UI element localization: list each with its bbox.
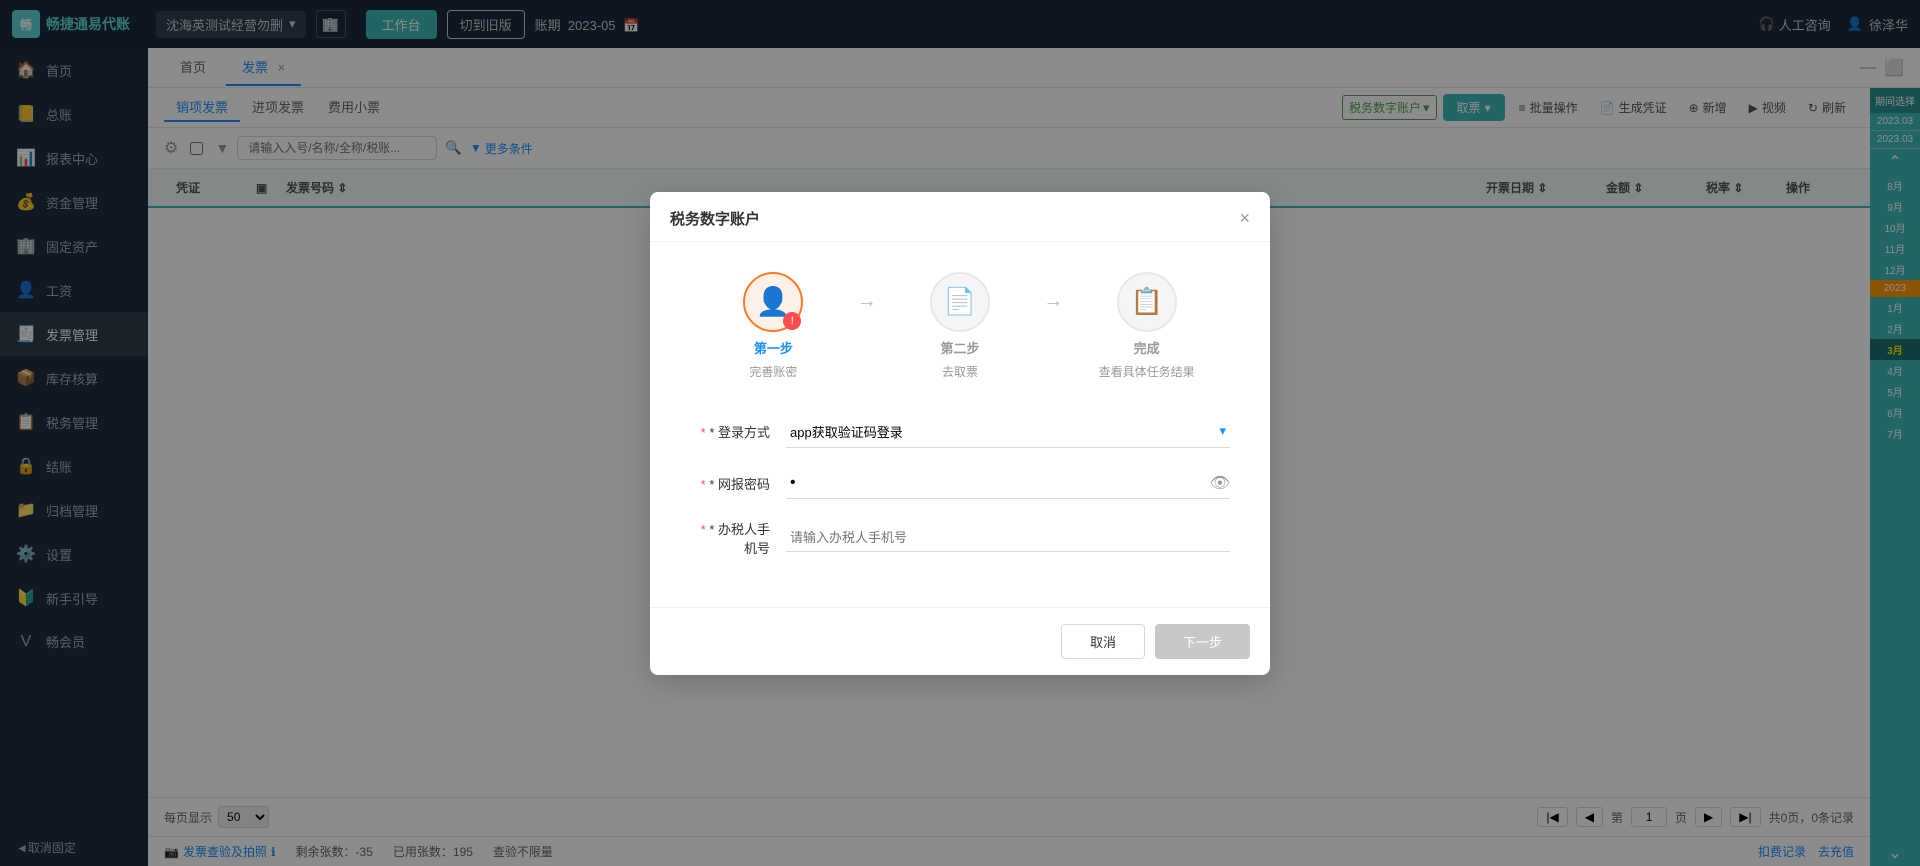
modal-close-button[interactable]: ×: [1239, 208, 1250, 229]
tax-digital-modal: 税务数字账户 × 👤 ! 第一步 完善账密 →: [650, 192, 1270, 675]
login-method-row: * 登录方式 app获取验证码登录 ▾: [690, 416, 1230, 448]
login-method-chevron-icon: ▾: [1219, 423, 1226, 439]
modal-footer: 取消 下一步: [650, 607, 1270, 675]
password-label: * 网报密码: [690, 474, 770, 493]
step-3-title: 完成: [1134, 338, 1160, 357]
login-method-label: * 登录方式: [690, 422, 770, 441]
step-2-title: 第二步: [941, 338, 980, 357]
modal-overlay: 税务数字账户 × 👤 ! 第一步 完善账密 →: [0, 0, 1920, 866]
step-3-icon: 📋: [1117, 272, 1177, 332]
next-button[interactable]: 下一步: [1155, 624, 1250, 659]
steps: 👤 ! 第一步 完善账密 → 📄 第二步: [690, 272, 1230, 380]
cancel-button[interactable]: 取消: [1061, 624, 1145, 659]
modal-title: 税务数字账户: [670, 208, 760, 229]
modal-header: 税务数字账户 ×: [650, 192, 1270, 242]
step-1-desc: 完善账密: [749, 363, 797, 380]
step-arrow-1: →: [857, 272, 877, 313]
step-arrow-2: →: [1043, 272, 1063, 313]
clipboard-icon: 📋: [1130, 286, 1162, 317]
phone-input[interactable]: [786, 524, 1230, 552]
step-1-icon-wrap: 👤 !: [743, 272, 803, 332]
step-2: 📄 第二步 去取票: [877, 272, 1044, 380]
step-1-error-badge: !: [783, 312, 801, 330]
step-3: 📋 完成 查看具体任务结果: [1063, 272, 1230, 380]
eye-icon[interactable]: 👁: [1210, 473, 1230, 493]
phone-label: * 办税人手机号: [690, 519, 770, 557]
password-field-wrap: 👁: [786, 468, 1230, 499]
step-1: 👤 ! 第一步 完善账密: [690, 272, 857, 380]
password-row: * 网报密码 👁: [690, 468, 1230, 499]
step-3-desc: 查看具体任务结果: [1099, 363, 1195, 380]
login-method-select[interactable]: app获取验证码登录 ▾: [786, 416, 1230, 448]
step-1-title: 第一步: [754, 338, 793, 357]
step-3-icon-wrap: 📋: [1117, 272, 1177, 332]
password-input[interactable]: [786, 468, 1210, 498]
step-2-icon: 📄: [930, 272, 990, 332]
step-2-desc: 去取票: [942, 363, 978, 380]
phone-row: * 办税人手机号: [690, 519, 1230, 557]
modal-body: 👤 ! 第一步 完善账密 → 📄 第二步: [650, 242, 1270, 607]
document-icon: 📄: [944, 286, 976, 317]
step-2-icon-wrap: 📄: [930, 272, 990, 332]
